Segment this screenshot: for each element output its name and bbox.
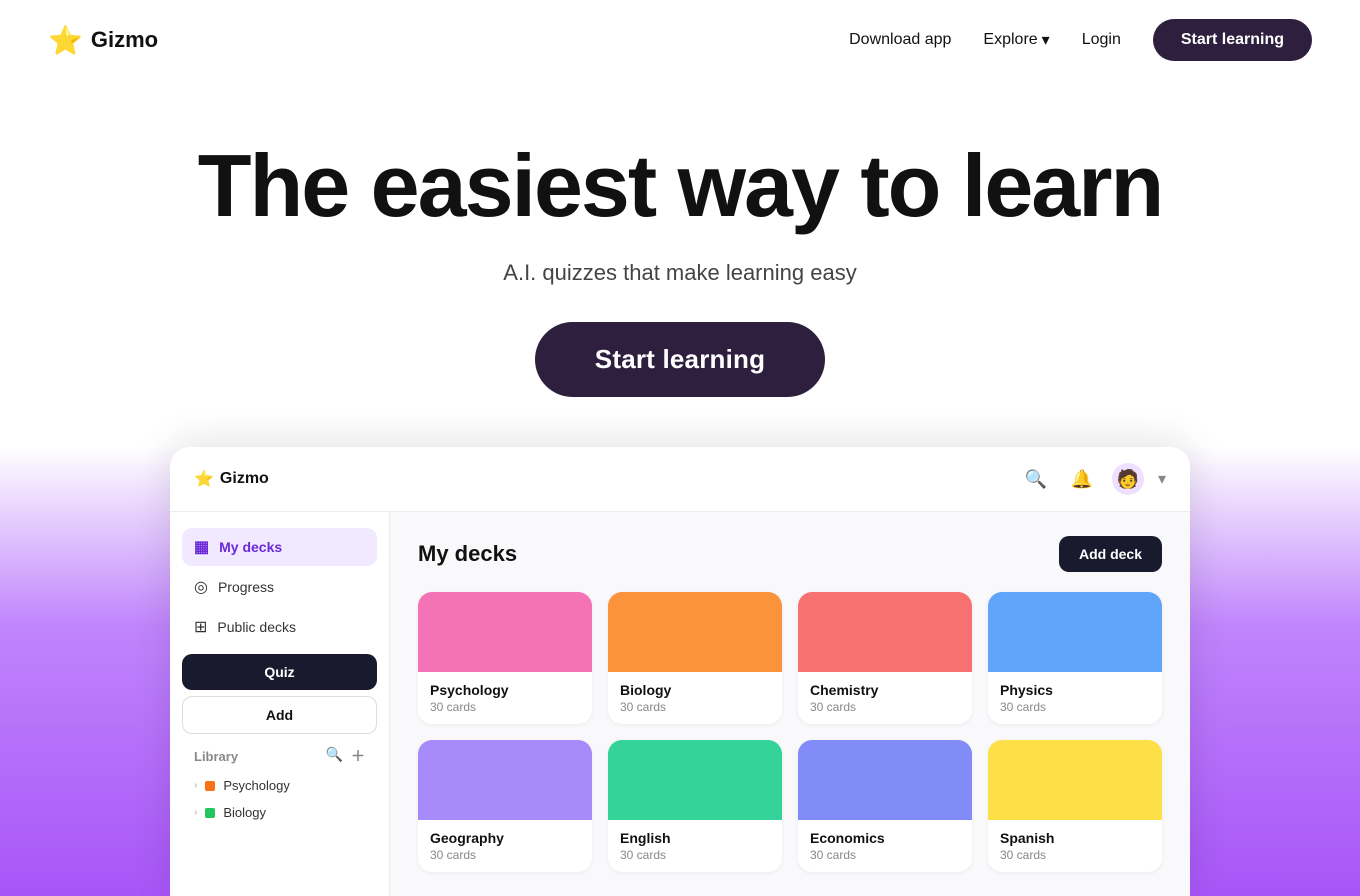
main-header: My decks Add deck xyxy=(418,536,1162,572)
deck-info: Economics 30 cards xyxy=(798,820,972,872)
app-sidebar: ▦ My decks ◎ Progress ⊞ Public decks Qui… xyxy=(170,512,390,896)
library-biology-label: Biology xyxy=(223,805,266,820)
deck-info: English 30 cards xyxy=(608,820,782,872)
deck-count: 30 cards xyxy=(430,700,580,714)
sidebar-item-progress[interactable]: ◎ Progress xyxy=(182,568,377,606)
deck-name: Biology xyxy=(620,682,770,698)
explore-link[interactable]: Explore ▾ xyxy=(983,30,1049,50)
deck-color-bar xyxy=(988,592,1162,672)
deck-info: Physics 30 cards xyxy=(988,672,1162,724)
deck-name: Economics xyxy=(810,830,960,846)
app-body: ▦ My decks ◎ Progress ⊞ Public decks Qui… xyxy=(170,512,1190,896)
navbar: ⭐ Gizmo Download app Explore ▾ Login Sta… xyxy=(0,0,1360,80)
deck-name: Chemistry xyxy=(810,682,960,698)
nav-logo[interactable]: ⭐ Gizmo xyxy=(48,24,158,57)
library-psychology-label: Psychology xyxy=(223,778,289,793)
deck-info: Spanish 30 cards xyxy=(988,820,1162,872)
deck-color-bar xyxy=(608,592,782,672)
library-add-icon[interactable]: ＋ xyxy=(351,746,365,766)
psychology-color-dot xyxy=(205,781,215,791)
chevron-right-icon: › xyxy=(194,780,197,791)
chevron-right-icon: › xyxy=(194,807,197,818)
library-actions[interactable]: 🔍 ＋ xyxy=(326,746,365,766)
deck-card[interactable]: English 30 cards xyxy=(608,740,782,872)
progress-icon: ◎ xyxy=(194,577,208,597)
deck-count: 30 cards xyxy=(620,848,770,862)
deck-card[interactable]: Chemistry 30 cards xyxy=(798,592,972,724)
deck-color-bar xyxy=(418,592,592,672)
deck-info: Biology 30 cards xyxy=(608,672,782,724)
sidebar-item-my-decks[interactable]: ▦ My decks xyxy=(182,528,377,566)
deck-count: 30 cards xyxy=(430,848,580,862)
app-topbar: ⭐ Gizmo 🔍 🔔 🧑 ▾ xyxy=(170,447,1190,512)
sidebar-my-decks-label: My decks xyxy=(219,539,282,555)
deck-color-bar xyxy=(798,740,972,820)
deck-count: 30 cards xyxy=(1000,700,1150,714)
sidebar-public-decks-label: Public decks xyxy=(217,619,296,635)
biology-color-dot xyxy=(205,808,215,818)
library-item-biology[interactable]: › Biology xyxy=(182,799,377,826)
add-button[interactable]: Add xyxy=(182,696,377,734)
quiz-button[interactable]: Quiz xyxy=(182,654,377,690)
decks-icon: ▦ xyxy=(194,537,209,557)
app-logo: ⭐ Gizmo xyxy=(194,469,269,489)
deck-count: 30 cards xyxy=(810,700,960,714)
app-logo-star-icon: ⭐ xyxy=(194,469,214,489)
deck-name: English xyxy=(620,830,770,846)
deck-card[interactable]: Psychology 30 cards xyxy=(418,592,592,724)
deck-name: Psychology xyxy=(430,682,580,698)
sidebar-progress-label: Progress xyxy=(218,579,274,595)
deck-info: Psychology 30 cards xyxy=(418,672,592,724)
deck-name: Spanish xyxy=(1000,830,1150,846)
chevron-down-icon[interactable]: ▾ xyxy=(1158,469,1166,489)
app-main: My decks Add deck Psychology 30 cards Bi… xyxy=(390,512,1190,896)
library-search-icon[interactable]: 🔍 xyxy=(326,746,343,766)
bell-icon[interactable]: 🔔 xyxy=(1066,463,1098,495)
app-preview-wrapper: ⭐ Gizmo 🔍 🔔 🧑 ▾ ▦ My decks ◎ Progress xyxy=(0,447,1360,896)
deck-info: Geography 30 cards xyxy=(418,820,592,872)
chevron-down-icon: ▾ xyxy=(1042,30,1050,50)
deck-count: 30 cards xyxy=(810,848,960,862)
deck-count: 30 cards xyxy=(620,700,770,714)
hero-subtitle: A.I. quizzes that make learning easy xyxy=(20,260,1340,286)
app-topbar-icons: 🔍 🔔 🧑 ▾ xyxy=(1020,463,1166,495)
deck-card[interactable]: Biology 30 cards xyxy=(608,592,782,724)
deck-color-bar xyxy=(988,740,1162,820)
hero-section: The easiest way to learn A.I. quizzes th… xyxy=(0,80,1360,397)
hero-start-learning-button[interactable]: Start learning xyxy=(535,322,825,397)
download-app-link[interactable]: Download app xyxy=(849,31,951,49)
main-title: My decks xyxy=(418,541,517,567)
logo-star-icon: ⭐ xyxy=(48,24,83,57)
deck-color-bar xyxy=(608,740,782,820)
library-header: Library 🔍 ＋ xyxy=(182,734,377,772)
sidebar-item-public-decks[interactable]: ⊞ Public decks xyxy=(182,608,377,646)
deck-card[interactable]: Geography 30 cards xyxy=(418,740,592,872)
public-decks-icon: ⊞ xyxy=(194,617,207,637)
deck-color-bar xyxy=(798,592,972,672)
deck-info: Chemistry 30 cards xyxy=(798,672,972,724)
app-preview: ⭐ Gizmo 🔍 🔔 🧑 ▾ ▦ My decks ◎ Progress xyxy=(170,447,1190,896)
logo-text: Gizmo xyxy=(91,27,158,53)
deck-card[interactable]: Physics 30 cards xyxy=(988,592,1162,724)
deck-name: Physics xyxy=(1000,682,1150,698)
login-link[interactable]: Login xyxy=(1082,31,1121,49)
app-logo-text: Gizmo xyxy=(220,470,269,488)
deck-count: 30 cards xyxy=(1000,848,1150,862)
deck-card[interactable]: Economics 30 cards xyxy=(798,740,972,872)
deck-name: Geography xyxy=(430,830,580,846)
hero-headline: The easiest way to learn xyxy=(80,140,1280,232)
library-item-psychology[interactable]: › Psychology xyxy=(182,772,377,799)
avatar[interactable]: 🧑 xyxy=(1112,463,1144,495)
search-icon[interactable]: 🔍 xyxy=(1020,463,1052,495)
nav-start-learning-button[interactable]: Start learning xyxy=(1153,19,1312,61)
library-label: Library xyxy=(194,749,238,764)
deck-grid: Psychology 30 cards Biology 30 cards Che… xyxy=(418,592,1162,872)
deck-color-bar xyxy=(418,740,592,820)
deck-card[interactable]: Spanish 30 cards xyxy=(988,740,1162,872)
add-deck-button[interactable]: Add deck xyxy=(1059,536,1162,572)
nav-links: Download app Explore ▾ Login Start learn… xyxy=(849,19,1312,61)
